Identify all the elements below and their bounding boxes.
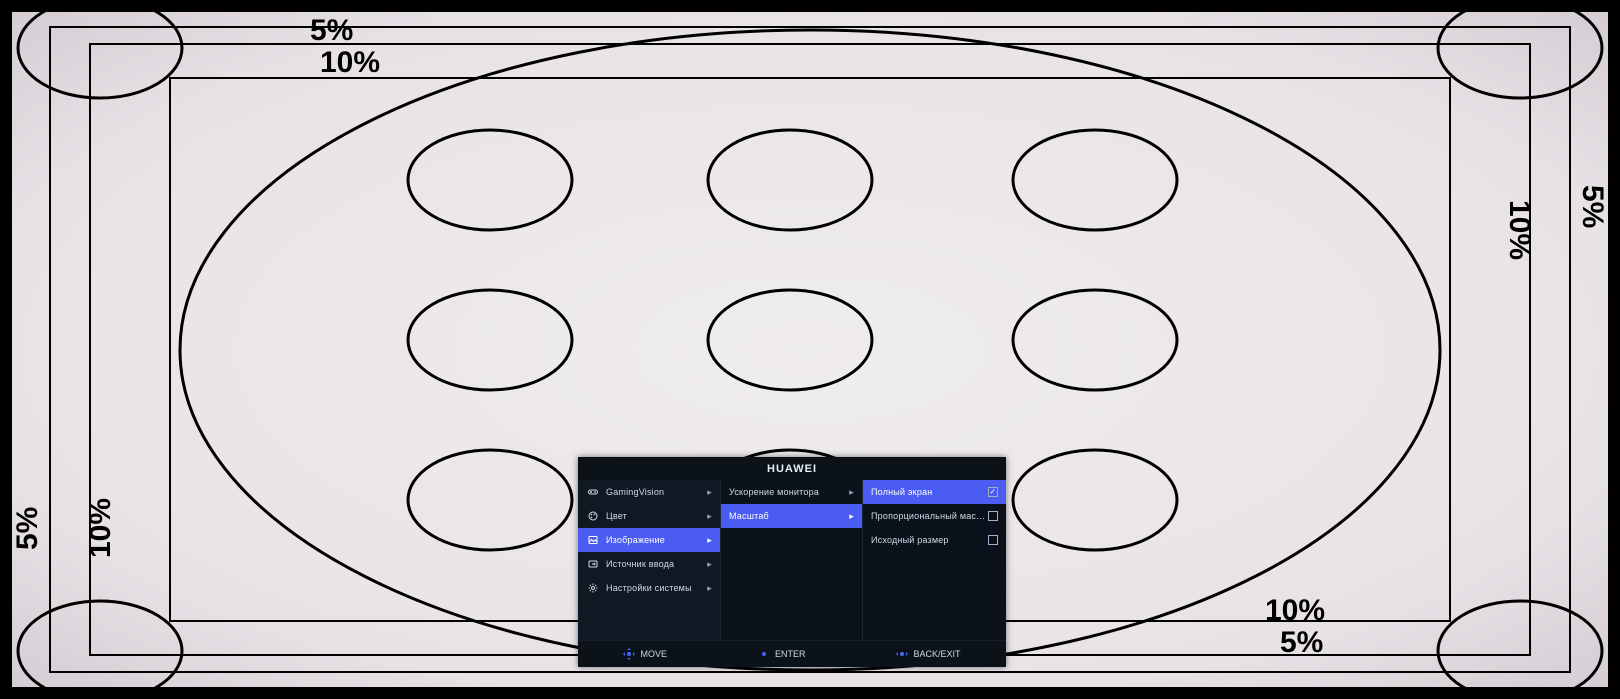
chevron-right-icon: ▸ <box>702 487 712 498</box>
menu-label: Цвет <box>606 511 702 521</box>
menu-input-source[interactable]: Источник ввода ▸ <box>578 552 720 576</box>
chevron-right-icon: ▸ <box>844 487 854 498</box>
chevron-right-icon: ▸ <box>702 535 712 546</box>
osd-title: HUAWEI <box>578 457 1006 480</box>
osd-menu: HUAWEI GamingVision ▸ Цвет ▸ <box>578 457 1006 667</box>
menu-system-settings[interactable]: Настройки системы ▸ <box>578 576 720 600</box>
input-icon <box>586 557 600 571</box>
joystick-back-icon <box>896 648 908 660</box>
menu-label: Источник ввода <box>606 559 702 569</box>
hint-enter: ENTER <box>758 648 806 660</box>
chevron-right-icon: ▸ <box>844 511 854 522</box>
osd-options: Полный экран Пропорциональный масштаб Ис… <box>863 480 1006 640</box>
menu-label: Изображение <box>606 535 702 545</box>
submenu-label: Ускорение монитора <box>729 487 844 497</box>
checkbox-icon <box>988 487 998 497</box>
overscan-label-top-10: 10% <box>320 46 380 79</box>
overscan-label-left-10: 10% <box>84 498 117 558</box>
hint-back: BACK/EXIT <box>896 648 960 660</box>
overscan-label-right-5: 5% <box>1576 185 1609 228</box>
osd-main-menu: GamingVision ▸ Цвет ▸ Изображение ▸ <box>578 480 720 640</box>
palette-icon <box>586 509 600 523</box>
chevron-right-icon: ▸ <box>702 559 712 570</box>
monitor-screen: 5% 10% 10% 5% 5% 10% 10% 5% HUAWEI Gamin… <box>10 10 1610 689</box>
hint-label: MOVE <box>640 649 667 659</box>
submenu-scale[interactable]: Масштаб ▸ <box>721 504 862 528</box>
option-label: Исходный размер <box>871 535 988 545</box>
option-label: Полный экран <box>871 487 988 497</box>
menu-color[interactable]: Цвет ▸ <box>578 504 720 528</box>
osd-footer: MOVE ENTER BACK/EXIT <box>578 640 1006 667</box>
overscan-label-right-10: 10% <box>1503 200 1536 260</box>
joystick-move-icon <box>623 648 635 660</box>
overscan-label-bottom-10: 10% <box>1265 594 1325 627</box>
submenu-overdrive[interactable]: Ускорение монитора ▸ <box>721 480 862 504</box>
chevron-right-icon: ▸ <box>702 511 712 522</box>
hint-label: ENTER <box>775 649 806 659</box>
hint-label: BACK/EXIT <box>913 649 960 659</box>
option-proportional[interactable]: Пропорциональный масштаб <box>863 504 1006 528</box>
checkbox-icon <box>988 511 998 521</box>
chevron-right-icon: ▸ <box>702 583 712 594</box>
option-label: Пропорциональный масштаб <box>871 511 988 521</box>
gamepad-icon <box>586 485 600 499</box>
overscan-label-top-5: 5% <box>310 14 353 47</box>
option-original-size[interactable]: Исходный размер <box>863 528 1006 552</box>
hint-move: MOVE <box>623 648 667 660</box>
menu-label: GamingVision <box>606 487 702 497</box>
overscan-label-bottom-5: 5% <box>1280 626 1323 659</box>
menu-label: Настройки системы <box>606 583 702 593</box>
submenu-label: Масштаб <box>729 511 844 521</box>
menu-picture[interactable]: Изображение ▸ <box>578 528 720 552</box>
joystick-enter-icon <box>758 648 770 660</box>
checkbox-icon <box>988 535 998 545</box>
picture-icon <box>586 533 600 547</box>
gear-icon <box>586 581 600 595</box>
overscan-label-left-5: 5% <box>11 507 44 550</box>
osd-sub-menu: Ускорение монитора ▸ Масштаб ▸ <box>720 480 863 640</box>
option-fullscreen[interactable]: Полный экран <box>863 480 1006 504</box>
menu-gaming-vision[interactable]: GamingVision ▸ <box>578 480 720 504</box>
